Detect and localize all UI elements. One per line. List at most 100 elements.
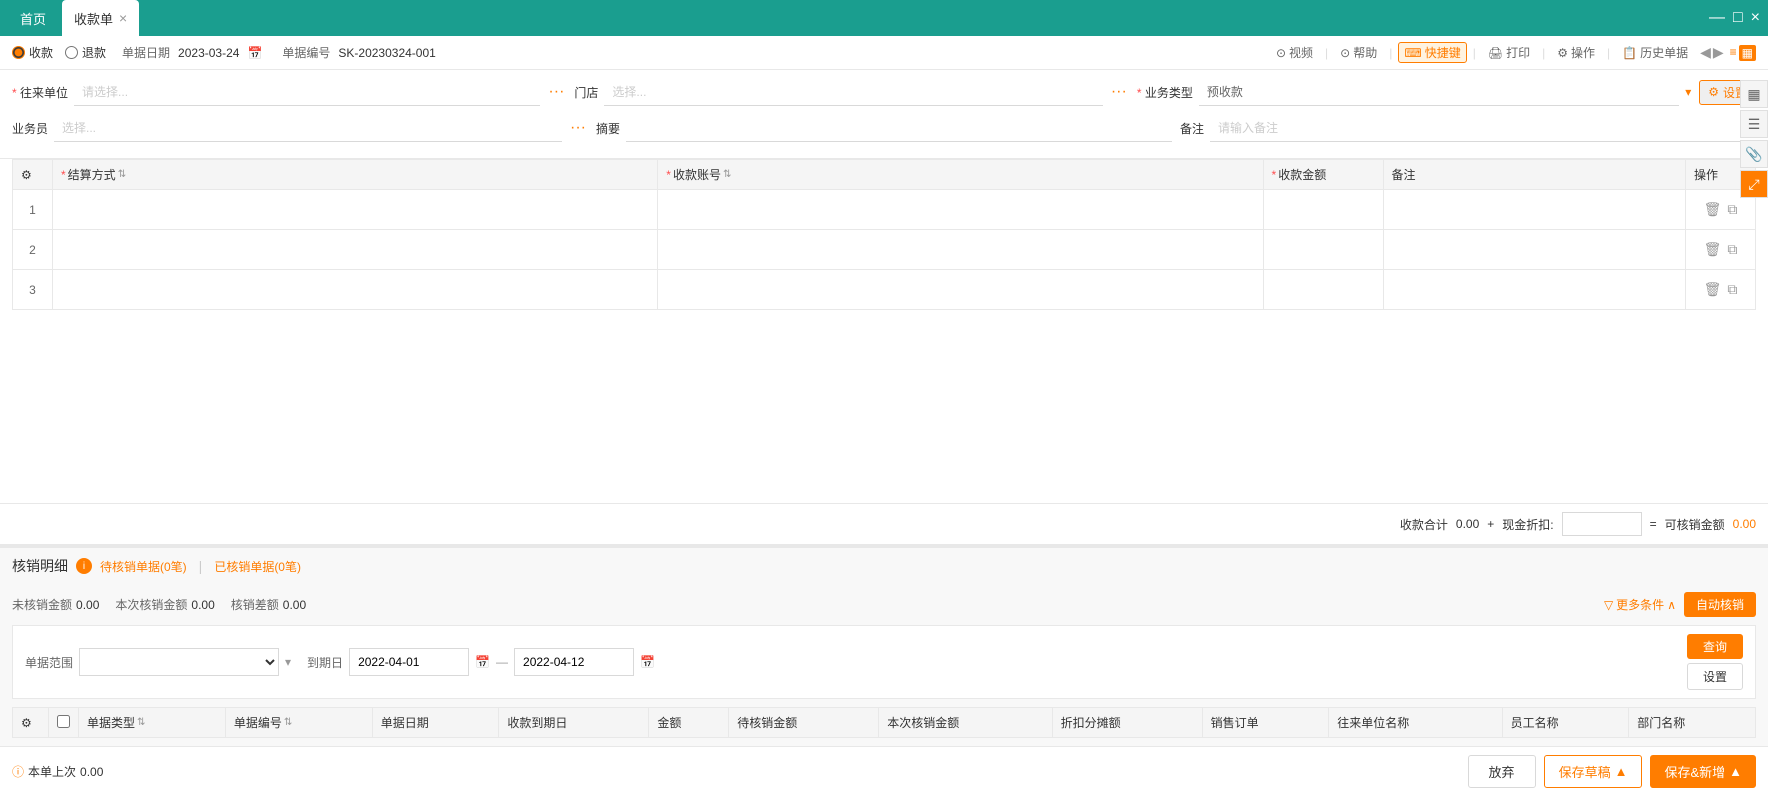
maximize-icon[interactable]: □ (1733, 9, 1743, 27)
cell-note-2[interactable] (1383, 230, 1685, 270)
note-input[interactable] (1210, 114, 1756, 142)
footer-info-icon[interactable]: ⓘ (12, 763, 24, 780)
cell-account-1[interactable] (658, 190, 1263, 230)
calendar-from-icon[interactable]: 📅 (475, 655, 490, 669)
save-new-btn[interactable]: 保存&新增 ▲ (1650, 755, 1756, 788)
side-tool-list[interactable]: ☰ (1740, 110, 1768, 138)
cell-note-3[interactable] (1383, 270, 1685, 310)
footer-actions: 放弃 保存草稿 ▲ 保存&新增 ▲ (1468, 755, 1756, 788)
doc-info: 单据日期 2023-03-24 📅 单据编号 SK-20230324-001 (122, 44, 436, 61)
total-value: 0.00 (1456, 517, 1479, 531)
operation-btn[interactable]: ⚙ 操作 (1551, 42, 1601, 63)
layout-list-icon[interactable]: ≡ (1730, 45, 1737, 61)
filter-settings-btn[interactable]: 设置 (1687, 663, 1743, 690)
counterpart-field: * 往来单位 ··· (12, 78, 566, 106)
video-icon: ⊙ (1276, 46, 1286, 60)
info-icon[interactable]: i (76, 558, 92, 574)
due-date-field: 到期日 📅 — 📅 (307, 648, 655, 676)
plus-sign: + (1487, 517, 1494, 531)
more-conditions-btn[interactable]: ▽ 更多条件 ∧ (1604, 596, 1676, 613)
filter-row: 单据范围 ▾ 到期日 📅 — 📅 查询 设置 (12, 625, 1756, 699)
nav-left-icon[interactable]: ◀ (1700, 44, 1711, 61)
store-input[interactable] (604, 78, 1102, 106)
business-type-field: * 业务类型 ▾ (1137, 78, 1691, 106)
due-date-to-input[interactable] (514, 648, 634, 676)
discount-input[interactable] (1562, 512, 1642, 536)
save-draft-btn[interactable]: 保存草稿 ▲ (1544, 755, 1643, 788)
history-btn[interactable]: 📋 历史单据 (1616, 42, 1694, 63)
due-date-from-input[interactable] (349, 648, 469, 676)
business-type-input[interactable] (1199, 78, 1679, 106)
calendar-to-icon[interactable]: 📅 (640, 655, 655, 669)
help-btn[interactable]: ⊙ 帮助 (1334, 42, 1383, 63)
counterpart-input[interactable] (74, 78, 540, 106)
cell-amount-3[interactable] (1263, 270, 1383, 310)
cell-account-2[interactable] (658, 230, 1263, 270)
row-num-2: 2 (13, 230, 53, 270)
range-select[interactable] (79, 648, 279, 676)
layout-grid-icon[interactable]: ▦ (1739, 45, 1756, 61)
tab-home[interactable]: 首页 (8, 0, 58, 36)
radio-refund[interactable]: 退款 (65, 44, 106, 61)
cell-account-3[interactable] (658, 270, 1263, 310)
pending-tab[interactable]: 待核销单据(0笔) (100, 558, 187, 575)
cell-amount-1[interactable] (1263, 190, 1383, 230)
cell-settlement-3[interactable] (53, 270, 658, 310)
counterpart-more-icon[interactable]: ··· (546, 83, 566, 101)
doc-number-label: 单据编号 (282, 44, 330, 61)
summary-input[interactable] (626, 114, 1172, 142)
table-row: 3 🗑 ⧉ (13, 270, 1756, 310)
calendar-icon[interactable]: 📅 (247, 46, 262, 60)
abandon-btn[interactable]: 放弃 (1468, 755, 1536, 788)
nav-right-icon[interactable]: ▶ (1713, 44, 1724, 61)
cell-amount-2[interactable] (1263, 230, 1383, 270)
business-type-dropdown-icon[interactable]: ▾ (1685, 85, 1691, 99)
delete-icon-2[interactable]: 🗑 (1704, 241, 1722, 258)
bth-amount: 金额 (649, 708, 729, 738)
bottom-table: ⚙ 单据类型 ⇅ 单据编号 (12, 707, 1756, 738)
completed-tab[interactable]: 已核销单据(0笔) (214, 558, 301, 575)
auto-cancel-btn[interactable]: 自动核销 (1684, 592, 1756, 617)
cell-settlement-1[interactable] (53, 190, 658, 230)
bth-dept: 部门名称 (1629, 708, 1756, 738)
tab-close-icon[interactable]: × (119, 10, 127, 26)
delete-icon-1[interactable]: 🗑 (1704, 201, 1722, 218)
bth-gear[interactable]: ⚙ (13, 708, 49, 738)
video-btn[interactable]: ⊙ 视频 (1270, 42, 1319, 63)
th-gear[interactable]: ⚙ (13, 160, 53, 190)
layout-icons: ≡ ▦ (1730, 45, 1756, 61)
save-new-arrow-icon: ▲ (1729, 764, 1742, 779)
query-btn[interactable]: 查询 (1687, 634, 1743, 659)
bth-pending-cancel: 待核销金额 (729, 708, 879, 738)
bth-doc-date: 单据日期 (372, 708, 499, 738)
salesperson-field: 业务员 ··· (12, 114, 588, 142)
bth-checkbox[interactable] (49, 708, 79, 738)
form-row-2: 业务员 ··· 摘要 备注 (12, 114, 1756, 142)
side-tool-expand[interactable]: ⤢ (1740, 170, 1768, 198)
tab-active[interactable]: 收款单 × (62, 0, 139, 36)
copy-icon-3[interactable]: ⧉ (1727, 281, 1737, 298)
range-label: 单据范围 (25, 654, 73, 671)
radio-receive[interactable]: 收款 (12, 44, 53, 61)
delete-icon-3[interactable]: 🗑 (1704, 281, 1722, 298)
copy-icon-1[interactable]: ⧉ (1727, 201, 1737, 218)
footer: ⓘ 本单上次 0.00 放弃 保存草稿 ▲ 保存&新增 ▲ (0, 746, 1768, 796)
store-more-icon[interactable]: ··· (1109, 83, 1129, 101)
close-icon[interactable]: × (1751, 9, 1760, 27)
table-row: 2 🗑 ⧉ (13, 230, 1756, 270)
side-tool-table[interactable]: ▦ (1740, 80, 1768, 108)
cell-settlement-2[interactable] (53, 230, 658, 270)
note-label: 备注 (1180, 120, 1204, 137)
summary-label: 摘要 (596, 120, 620, 137)
copy-icon-2[interactable]: ⧉ (1727, 241, 1737, 258)
salesperson-more-icon[interactable]: ··· (568, 119, 588, 137)
minimize-icon[interactable]: — (1709, 9, 1725, 27)
side-tool-attachment[interactable]: 📎 (1740, 140, 1768, 168)
shortcut-btn[interactable]: ⌨ 快捷键 (1398, 42, 1466, 63)
shortcut-icon: ⌨ (1404, 46, 1421, 60)
salesperson-input[interactable] (54, 114, 562, 142)
cell-note-1[interactable] (1383, 190, 1685, 230)
tab-bar: 首页 收款单 × — □ × (0, 0, 1768, 36)
print-btn[interactable]: 🖨 打印 (1482, 42, 1536, 63)
range-field: 单据范围 ▾ (25, 648, 291, 676)
